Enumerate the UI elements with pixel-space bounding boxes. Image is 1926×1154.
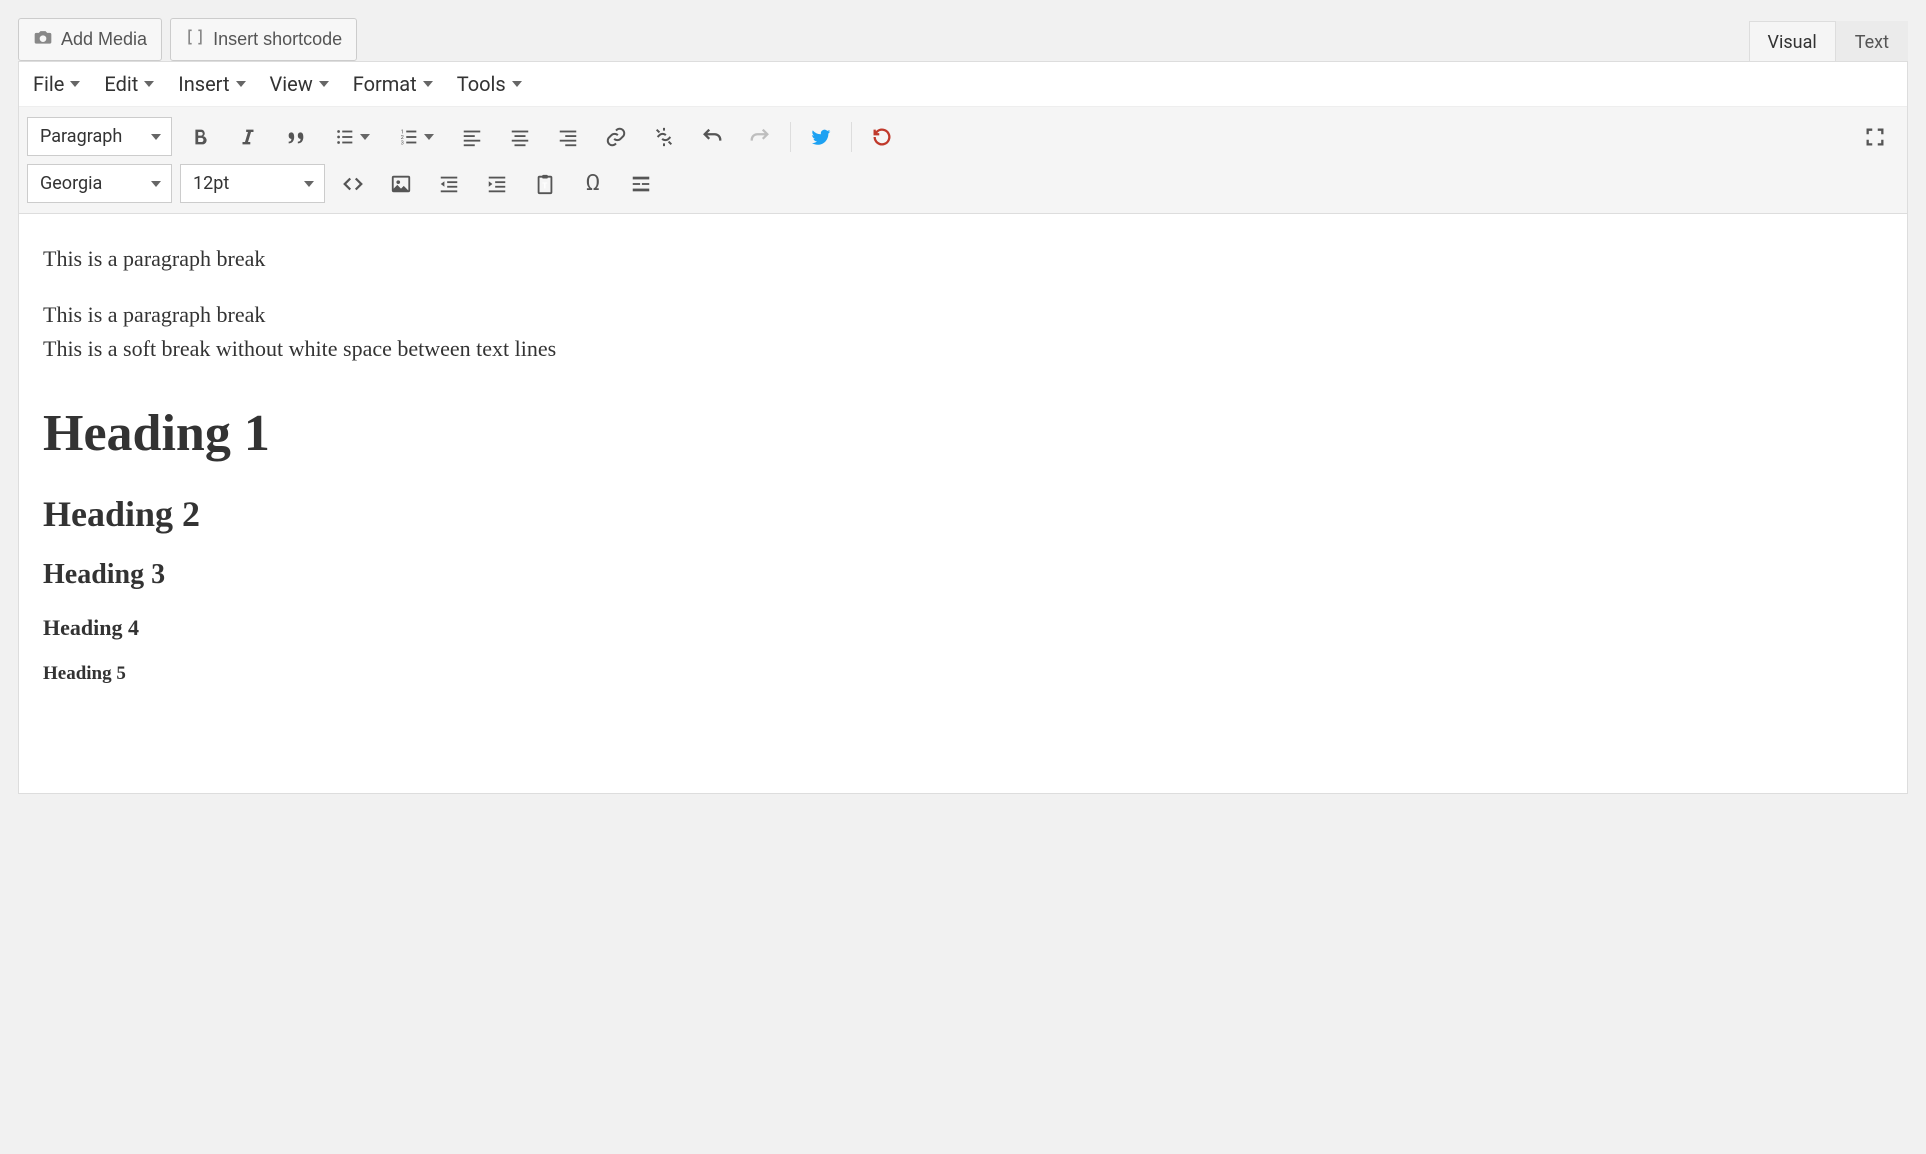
editor-container: File Edit Insert View Format Tools Parag… bbox=[18, 61, 1908, 794]
fullscreen-button[interactable] bbox=[1855, 119, 1895, 155]
blockquote-button[interactable] bbox=[276, 119, 316, 155]
numbered-list-button[interactable]: 123 bbox=[388, 119, 444, 155]
chevron-down-icon bbox=[304, 181, 314, 187]
svg-text:3: 3 bbox=[401, 140, 404, 146]
omega-icon: Ω bbox=[586, 171, 601, 196]
menubar: File Edit Insert View Format Tools bbox=[19, 62, 1907, 107]
chevron-down-icon bbox=[512, 81, 522, 87]
menu-file[interactable]: File bbox=[33, 72, 80, 96]
tab-visual[interactable]: Visual bbox=[1749, 21, 1836, 61]
svg-text:T: T bbox=[542, 181, 547, 191]
undo-button[interactable] bbox=[692, 119, 732, 155]
insert-shortcode-button[interactable]: Insert shortcode bbox=[170, 18, 357, 61]
indent-button[interactable] bbox=[477, 166, 517, 202]
paragraph: This is a paragraph break This is a soft… bbox=[43, 298, 1883, 366]
editor-content[interactable]: This is a paragraph break This is a para… bbox=[19, 214, 1907, 793]
chevron-down-icon bbox=[423, 81, 433, 87]
align-center-button[interactable] bbox=[500, 119, 540, 155]
chevron-down-icon bbox=[319, 81, 329, 87]
align-right-button[interactable] bbox=[548, 119, 588, 155]
chevron-down-icon bbox=[151, 181, 161, 187]
heading-2: Heading 2 bbox=[43, 493, 1883, 535]
chevron-down-icon bbox=[360, 134, 370, 140]
heading-4: Heading 4 bbox=[43, 615, 1883, 641]
font-size-select[interactable]: 12pt bbox=[180, 164, 325, 203]
heading-1: Heading 1 bbox=[43, 404, 1883, 463]
menu-view[interactable]: View bbox=[270, 72, 329, 96]
italic-button[interactable] bbox=[228, 119, 268, 155]
unlink-button[interactable] bbox=[644, 119, 684, 155]
menu-tools[interactable]: Tools bbox=[457, 72, 522, 96]
source-code-button[interactable] bbox=[333, 166, 373, 202]
format-select[interactable]: Paragraph bbox=[27, 117, 172, 156]
chevron-down-icon bbox=[236, 81, 246, 87]
menu-insert[interactable]: Insert bbox=[178, 72, 245, 96]
link-button[interactable] bbox=[596, 119, 636, 155]
chevron-down-icon bbox=[424, 134, 434, 140]
outdent-button[interactable] bbox=[429, 166, 469, 202]
reset-button[interactable] bbox=[862, 119, 902, 155]
chevron-down-icon bbox=[151, 134, 161, 140]
heading-3: Heading 3 bbox=[43, 559, 1883, 591]
chevron-down-icon bbox=[144, 81, 154, 87]
paste-text-button[interactable]: T bbox=[525, 166, 565, 202]
tab-text[interactable]: Text bbox=[1836, 21, 1908, 61]
shortcode-icon bbox=[185, 27, 205, 52]
special-character-button[interactable]: Ω bbox=[573, 166, 613, 202]
toolbar: Paragraph 123 bbox=[19, 107, 1907, 214]
align-left-button[interactable] bbox=[452, 119, 492, 155]
read-more-button[interactable] bbox=[621, 166, 661, 202]
insert-shortcode-label: Insert shortcode bbox=[213, 29, 342, 50]
menu-format[interactable]: Format bbox=[353, 72, 433, 96]
image-button[interactable] bbox=[381, 166, 421, 202]
camera-icon bbox=[33, 27, 53, 52]
font-family-select[interactable]: Georgia bbox=[27, 164, 172, 203]
menu-edit[interactable]: Edit bbox=[104, 72, 154, 96]
add-media-button[interactable]: Add Media bbox=[18, 18, 162, 61]
bullet-list-button[interactable] bbox=[324, 119, 380, 155]
heading-5: Heading 5 bbox=[43, 663, 1883, 685]
chevron-down-icon bbox=[70, 81, 80, 87]
separator bbox=[790, 122, 791, 152]
separator bbox=[851, 122, 852, 152]
redo-button[interactable] bbox=[740, 119, 780, 155]
twitter-button[interactable] bbox=[801, 119, 841, 155]
paragraph: This is a paragraph break bbox=[43, 242, 1883, 276]
bold-button[interactable] bbox=[180, 119, 220, 155]
add-media-label: Add Media bbox=[61, 29, 147, 50]
